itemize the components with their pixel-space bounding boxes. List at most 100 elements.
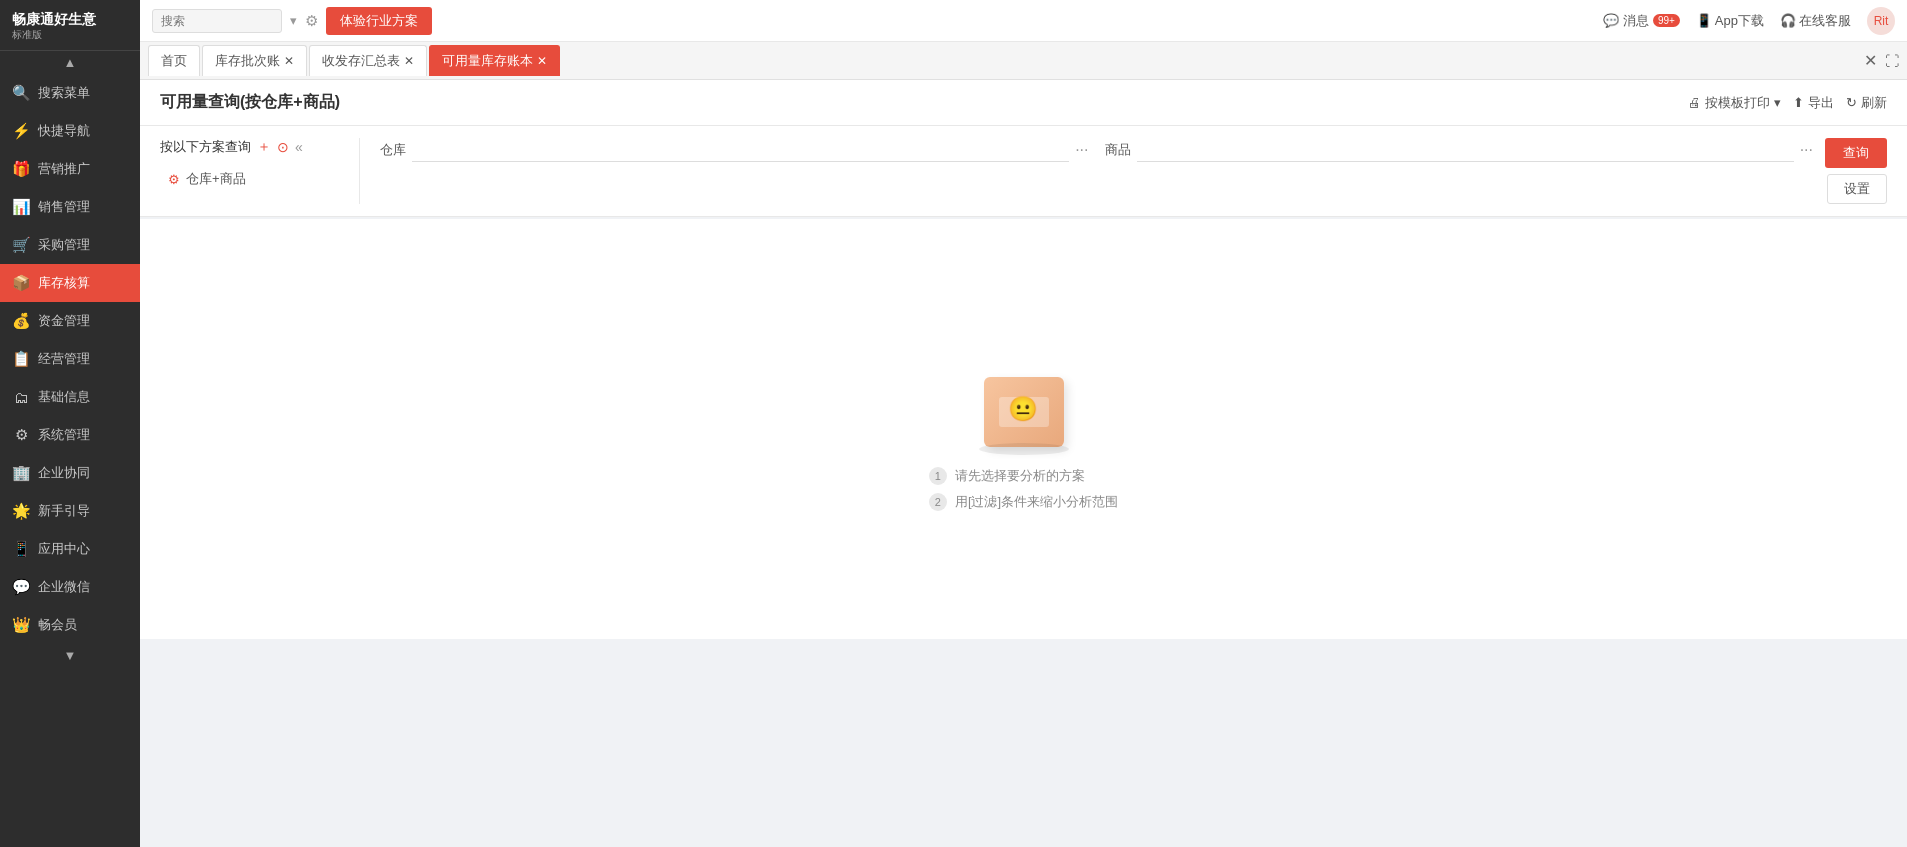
topbar: ▾ ⚙ 体验行业方案 💬 消息 99+ 📱 App下载 🎧 在线客服 Rit (140, 0, 1907, 42)
topbar-right: 💬 消息 99+ 📱 App下载 🎧 在线客服 Rit (1603, 7, 1895, 35)
sidebar-item-marketing[interactable]: 🎁 营销推广 (0, 150, 140, 188)
sidebar-item-finance[interactable]: 💰 资金管理 (0, 302, 140, 340)
sidebar-item-app-center[interactable]: 📱 应用中心 (0, 530, 140, 568)
tabbar-actions: ✕ ⛶ (1864, 51, 1899, 70)
message-label: 消息 (1623, 12, 1649, 30)
tab-close-available-ledger[interactable]: ✕ (537, 54, 547, 68)
scheme-add-button[interactable]: ＋ (257, 138, 271, 156)
tip-num-2: 2 (929, 493, 947, 511)
export-icon: ⬆ (1793, 95, 1804, 110)
filter-product-group: 商品 ··· (1105, 138, 1814, 162)
service-label: 在线客服 (1799, 12, 1851, 30)
sidebar-scroll-down[interactable]: ▼ (0, 644, 140, 667)
app-dl-label: App下载 (1715, 12, 1764, 30)
empty-illustration: 😐 (974, 347, 1074, 447)
sidebar-item-system[interactable]: ⚙ 系统管理 (0, 416, 140, 454)
scheme-header: 按以下方案查询 ＋ ⊙ « (160, 138, 347, 156)
basic-icon: 🗂 (12, 389, 30, 406)
message-icon: 💬 (1603, 13, 1619, 28)
scheme-collapse-button[interactable]: « (295, 139, 303, 155)
page-header: 可用量查询(按仓库+商品) 🖨 按模板打印 ▾ ⬆ 导出 ↻ 刷新 (140, 80, 1907, 126)
sidebar-item-enterprise[interactable]: 🏢 企业协同 (0, 454, 140, 492)
sidebar-item-purchase[interactable]: 🛒 采购管理 (0, 226, 140, 264)
query-panel: 按以下方案查询 ＋ ⊙ « ⚙ 仓库+商品 仓库 ··· (140, 126, 1907, 217)
scheme-item-warehouse-product[interactable]: ⚙ 仓库+商品 (160, 164, 347, 194)
user-avatar[interactable]: Rit (1867, 7, 1895, 35)
empty-tip-1: 1 请先选择要分析的方案 (929, 467, 1118, 485)
enterprise-icon: 🏢 (12, 464, 30, 482)
empty-box-graphic: 😐 (984, 377, 1064, 447)
refresh-button[interactable]: ↻ 刷新 (1846, 94, 1887, 112)
inventory-icon: 📦 (12, 274, 30, 292)
print-button[interactable]: 🖨 按模板打印 ▾ (1688, 94, 1781, 112)
page-title: 可用量查询(按仓库+商品) (160, 92, 340, 113)
message-area[interactable]: 💬 消息 99+ (1603, 12, 1680, 30)
purchase-icon: 🛒 (12, 236, 30, 254)
app-subtitle: 标准版 (12, 28, 128, 42)
sidebar-item-sales[interactable]: 📊 销售管理 (0, 188, 140, 226)
sidebar-item-wechat[interactable]: 💬 企业微信 (0, 568, 140, 606)
topbar-gear-icon[interactable]: ⚙ (305, 12, 318, 30)
scheme-label: 按以下方案查询 (160, 138, 251, 156)
app-title: 畅康通好生意 (12, 10, 128, 28)
filter-product-label: 商品 (1105, 141, 1131, 159)
filter-product-input[interactable] (1137, 138, 1794, 162)
system-icon: ⚙ (12, 426, 30, 444)
service-icon: 🎧 (1780, 13, 1796, 28)
trial-button[interactable]: 体验行业方案 (326, 7, 432, 35)
scheme-settings-button[interactable]: ⊙ (277, 139, 289, 155)
app-dl-icon: 📱 (1696, 13, 1712, 28)
main-content: ▾ ⚙ 体验行业方案 💬 消息 99+ 📱 App下载 🎧 在线客服 Rit 首… (140, 0, 1907, 847)
action-buttons: 查询 设置 (1813, 138, 1887, 204)
topbar-dropdown-arrow[interactable]: ▾ (290, 13, 297, 28)
wechat-icon: 💬 (12, 578, 30, 596)
empty-face-graphic: 😐 (1008, 395, 1038, 423)
page-header-actions: 🖨 按模板打印 ▾ ⬆ 导出 ↻ 刷新 (1688, 94, 1887, 112)
tab-close-inventory-summary[interactable]: ✕ (404, 54, 414, 68)
sales-icon: 📊 (12, 198, 30, 216)
filter-warehouse-label: 仓库 (380, 141, 406, 159)
scheme-item-icon: ⚙ (168, 172, 180, 187)
tip-num-1: 1 (929, 467, 947, 485)
filter-warehouse-more[interactable]: ··· (1075, 141, 1088, 159)
finance-icon: 💰 (12, 312, 30, 330)
query-button[interactable]: 查询 (1825, 138, 1887, 168)
sidebar-logo: 畅康通好生意 标准版 (0, 0, 140, 51)
sidebar-item-basic[interactable]: 🗂 基础信息 (0, 378, 140, 416)
refresh-icon: ↻ (1846, 95, 1857, 110)
search-icon: 🔍 (12, 84, 30, 102)
newbie-icon: 🌟 (12, 502, 30, 520)
sidebar-item-search[interactable]: 🔍 搜索菜单 (0, 74, 140, 112)
empty-tips: 1 请先选择要分析的方案 2 用[过滤]条件来缩小分析范围 (929, 467, 1118, 511)
online-service-area[interactable]: 🎧 在线客服 (1780, 12, 1851, 30)
settings-button[interactable]: 设置 (1827, 174, 1887, 204)
sidebar-item-shortcut[interactable]: ⚡ 快捷导航 (0, 112, 140, 150)
tab-inventory-summary[interactable]: 收发存汇总表 ✕ (309, 45, 427, 76)
export-button[interactable]: ⬆ 导出 (1793, 94, 1834, 112)
shortcut-icon: ⚡ (12, 122, 30, 140)
empty-shadow-graphic (979, 443, 1069, 455)
sidebar-item-inventory[interactable]: 📦 库存核算 (0, 264, 140, 302)
tab-close-batch-ledger[interactable]: ✕ (284, 54, 294, 68)
marketing-icon: 🎁 (12, 160, 30, 178)
tab-batch-ledger[interactable]: 库存批次账 ✕ (202, 45, 307, 76)
tabbar: 首页 库存批次账 ✕ 收发存汇总表 ✕ 可用量库存账本 ✕ ✕ ⛶ (140, 42, 1907, 80)
filter-product-more[interactable]: ··· (1800, 141, 1813, 159)
tab-home[interactable]: 首页 (148, 45, 200, 76)
tabbar-close-button[interactable]: ✕ (1864, 51, 1877, 70)
topbar-search-input[interactable] (152, 9, 282, 33)
tab-available-ledger[interactable]: 可用量库存账本 ✕ (429, 45, 560, 76)
operations-icon: 📋 (12, 350, 30, 368)
tabbar-expand-button[interactable]: ⛶ (1885, 53, 1899, 69)
print-icon: 🖨 (1688, 95, 1701, 110)
sidebar-item-operations[interactable]: 📋 经营管理 (0, 340, 140, 378)
member-icon: 👑 (12, 616, 30, 634)
sidebar-scroll-up[interactable]: ▲ (0, 51, 140, 74)
scheme-panel: 按以下方案查询 ＋ ⊙ « ⚙ 仓库+商品 (160, 138, 360, 204)
sidebar: 畅康通好生意 标准版 ▲ 🔍 搜索菜单 ⚡ 快捷导航 🎁 营销推广 📊 销售管理… (0, 0, 140, 847)
app-download-area[interactable]: 📱 App下载 (1696, 12, 1764, 30)
filter-warehouse-input[interactable] (412, 138, 1069, 162)
sidebar-item-newbie[interactable]: 🌟 新手引导 (0, 492, 140, 530)
sidebar-item-member[interactable]: 👑 畅会员 (0, 606, 140, 644)
print-dropdown-icon: ▾ (1774, 95, 1781, 110)
